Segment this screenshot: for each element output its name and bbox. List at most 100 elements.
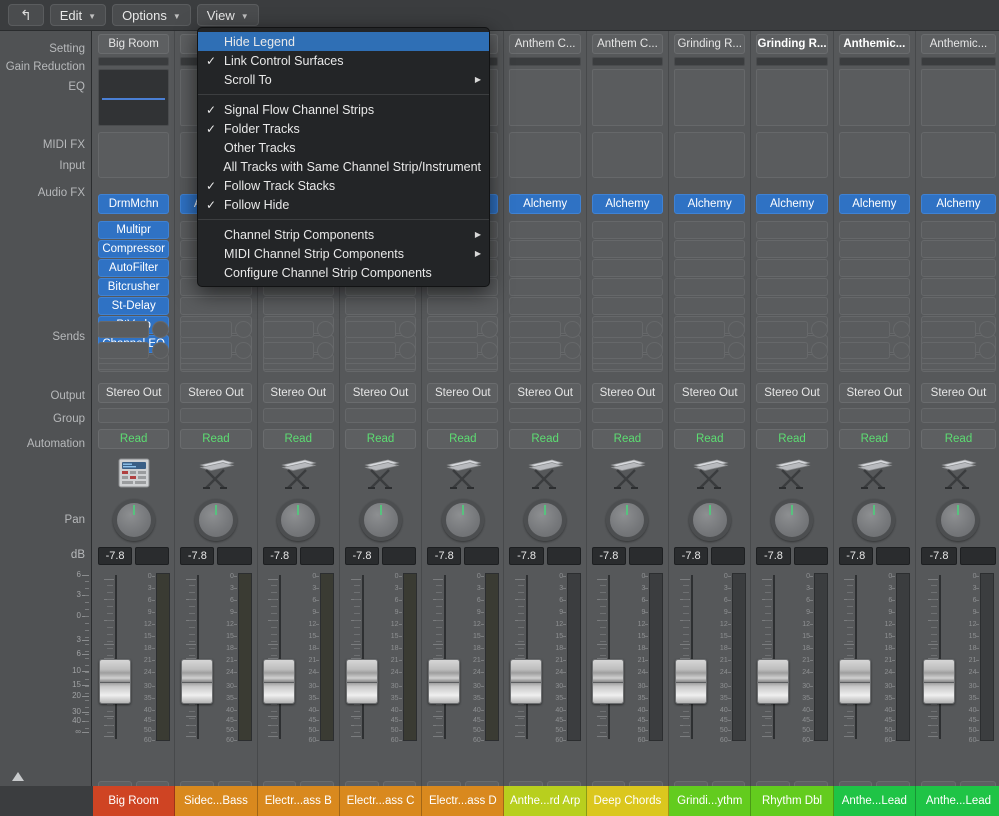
automation-mode-slot[interactable]: Read	[345, 429, 416, 449]
audio-fx-empty-slot[interactable]	[509, 297, 580, 315]
peak-db-value[interactable]: 0	[382, 547, 416, 565]
audio-fx-empty-slot[interactable]	[509, 259, 580, 277]
automation-mode-slot[interactable]: Read	[263, 429, 334, 449]
automation-mode-slot[interactable]: Read	[839, 429, 910, 449]
volume-db-value[interactable]: -7.8	[180, 547, 214, 565]
peak-db-value[interactable]: 0	[876, 547, 910, 565]
setting-slot[interactable]: Grinding R...	[674, 34, 745, 54]
pan-knob[interactable]	[113, 499, 155, 541]
send-level-knob[interactable]	[893, 342, 910, 359]
pan-knob[interactable]	[442, 499, 484, 541]
automation-mode-slot[interactable]: Read	[509, 429, 580, 449]
group-slot[interactable]	[263, 408, 334, 423]
fader-handle[interactable]	[99, 659, 131, 704]
send-extra-slot[interactable]	[345, 363, 416, 370]
send-extra-slot[interactable]	[756, 363, 827, 370]
output-slot[interactable]: Stereo Out	[509, 383, 580, 403]
send-level-knob[interactable]	[811, 342, 828, 359]
audio-fx-empty-slot[interactable]	[921, 297, 996, 315]
scroll-up-arrow-icon[interactable]	[12, 772, 24, 781]
setting-slot[interactable]: Big Room	[98, 34, 169, 54]
fader-handle[interactable]	[263, 659, 295, 704]
audio-fx-empty-slot[interactable]	[592, 259, 663, 277]
audio-fx-empty-slot[interactable]	[756, 221, 827, 239]
track-name-button[interactable]: Anthe...rd Arp	[504, 786, 586, 816]
input-slot[interactable]: Alchemy	[674, 194, 745, 214]
send-level-knob[interactable]	[235, 342, 252, 359]
send-level-knob[interactable]	[728, 321, 745, 338]
send-slot[interactable]	[263, 321, 314, 338]
peak-db-value[interactable]: 0	[217, 547, 251, 565]
send-level-knob[interactable]	[564, 342, 581, 359]
send-slot[interactable]	[839, 342, 890, 359]
group-slot[interactable]	[756, 408, 827, 423]
audio-fx-empty-slot[interactable]	[839, 278, 910, 296]
send-slot[interactable]	[427, 321, 478, 338]
view-dropdown-menu[interactable]: Hide Legend✓Link Control SurfacesScroll …	[197, 27, 490, 287]
send-slot[interactable]	[839, 321, 890, 338]
input-slot[interactable]: Alchemy	[756, 194, 827, 214]
group-slot[interactable]	[345, 408, 416, 423]
fader-handle[interactable]	[757, 659, 789, 704]
send-level-knob[interactable]	[893, 321, 910, 338]
volume-db-value[interactable]: -7.8	[263, 547, 297, 565]
volume-fader[interactable]	[672, 571, 710, 746]
send-level-knob[interactable]	[564, 321, 581, 338]
audio-fx-empty-slot[interactable]	[674, 221, 745, 239]
volume-fader[interactable]	[754, 571, 792, 746]
audio-fx-empty-slot[interactable]	[674, 259, 745, 277]
pan-knob[interactable]	[277, 499, 319, 541]
send-slot[interactable]	[756, 321, 807, 338]
track-name-button[interactable]: Electr...ass D	[422, 786, 504, 816]
audio-fx-empty-slot[interactable]	[839, 240, 910, 258]
track-name-button[interactable]: Anthe...Lead	[834, 786, 916, 816]
audio-fx-empty-slot[interactable]	[509, 278, 580, 296]
audio-fx-empty-slot[interactable]	[263, 297, 334, 315]
audio-fx-empty-slot[interactable]	[592, 278, 663, 296]
automation-mode-slot[interactable]: Read	[921, 429, 996, 449]
send-slot[interactable]	[756, 342, 807, 359]
fader-handle[interactable]	[181, 659, 213, 704]
volume-db-value[interactable]: -7.8	[839, 547, 873, 565]
input-slot[interactable]: Alchemy	[921, 194, 996, 214]
send-slot[interactable]	[427, 342, 478, 359]
audio-fx-empty-slot[interactable]	[345, 297, 416, 315]
view-menu-item[interactable]: MIDI Channel Strip Components▶	[198, 244, 489, 263]
automation-mode-slot[interactable]: Read	[756, 429, 827, 449]
peak-db-value[interactable]: 0	[135, 547, 169, 565]
audio-fx-empty-slot[interactable]	[592, 221, 663, 239]
track-name-button[interactable]: Grindi...ythm	[669, 786, 751, 816]
send-level-knob[interactable]	[152, 342, 169, 359]
volume-db-value[interactable]: -7.8	[345, 547, 379, 565]
view-menu-item[interactable]: ✓Follow Track Stacks	[198, 176, 489, 195]
volume-db-value[interactable]: -7.8	[98, 547, 132, 565]
audio-fx-empty-slot[interactable]	[592, 240, 663, 258]
track-name-button[interactable]: Anthe...Lead	[916, 786, 999, 816]
peak-db-value[interactable]: 0	[547, 547, 581, 565]
send-level-knob[interactable]	[152, 321, 169, 338]
fader-handle[interactable]	[923, 659, 955, 704]
audio-fx-slot[interactable]: Multipr	[98, 221, 169, 239]
view-menu-item[interactable]: All Tracks with Same Channel Strip/Instr…	[198, 157, 489, 176]
track-name-button[interactable]: Rhythm Dbl	[751, 786, 833, 816]
midi-fx-slot[interactable]	[921, 132, 996, 178]
view-menu-item[interactable]: ✓Follow Hide	[198, 195, 489, 214]
input-slot[interactable]: Alchemy	[509, 194, 580, 214]
output-slot[interactable]: Stereo Out	[98, 383, 169, 403]
midi-fx-slot[interactable]	[674, 132, 745, 178]
undo-button[interactable]: ↰	[8, 4, 44, 26]
peak-db-value[interactable]: 0	[711, 547, 745, 565]
send-level-knob[interactable]	[979, 342, 996, 359]
view-menu-item[interactable]: Hide Legend	[198, 32, 489, 51]
midi-fx-slot[interactable]	[756, 132, 827, 178]
send-extra-slot[interactable]	[592, 363, 663, 370]
audio-fx-empty-slot[interactable]	[921, 259, 996, 277]
output-slot[interactable]: Stereo Out	[263, 383, 334, 403]
group-slot[interactable]	[180, 408, 251, 423]
send-level-knob[interactable]	[646, 321, 663, 338]
send-level-knob[interactable]	[811, 321, 828, 338]
send-slot[interactable]	[180, 342, 231, 359]
eq-thumbnail[interactable]	[839, 69, 910, 126]
setting-slot[interactable]: Anthemic...	[839, 34, 910, 54]
group-slot[interactable]	[674, 408, 745, 423]
